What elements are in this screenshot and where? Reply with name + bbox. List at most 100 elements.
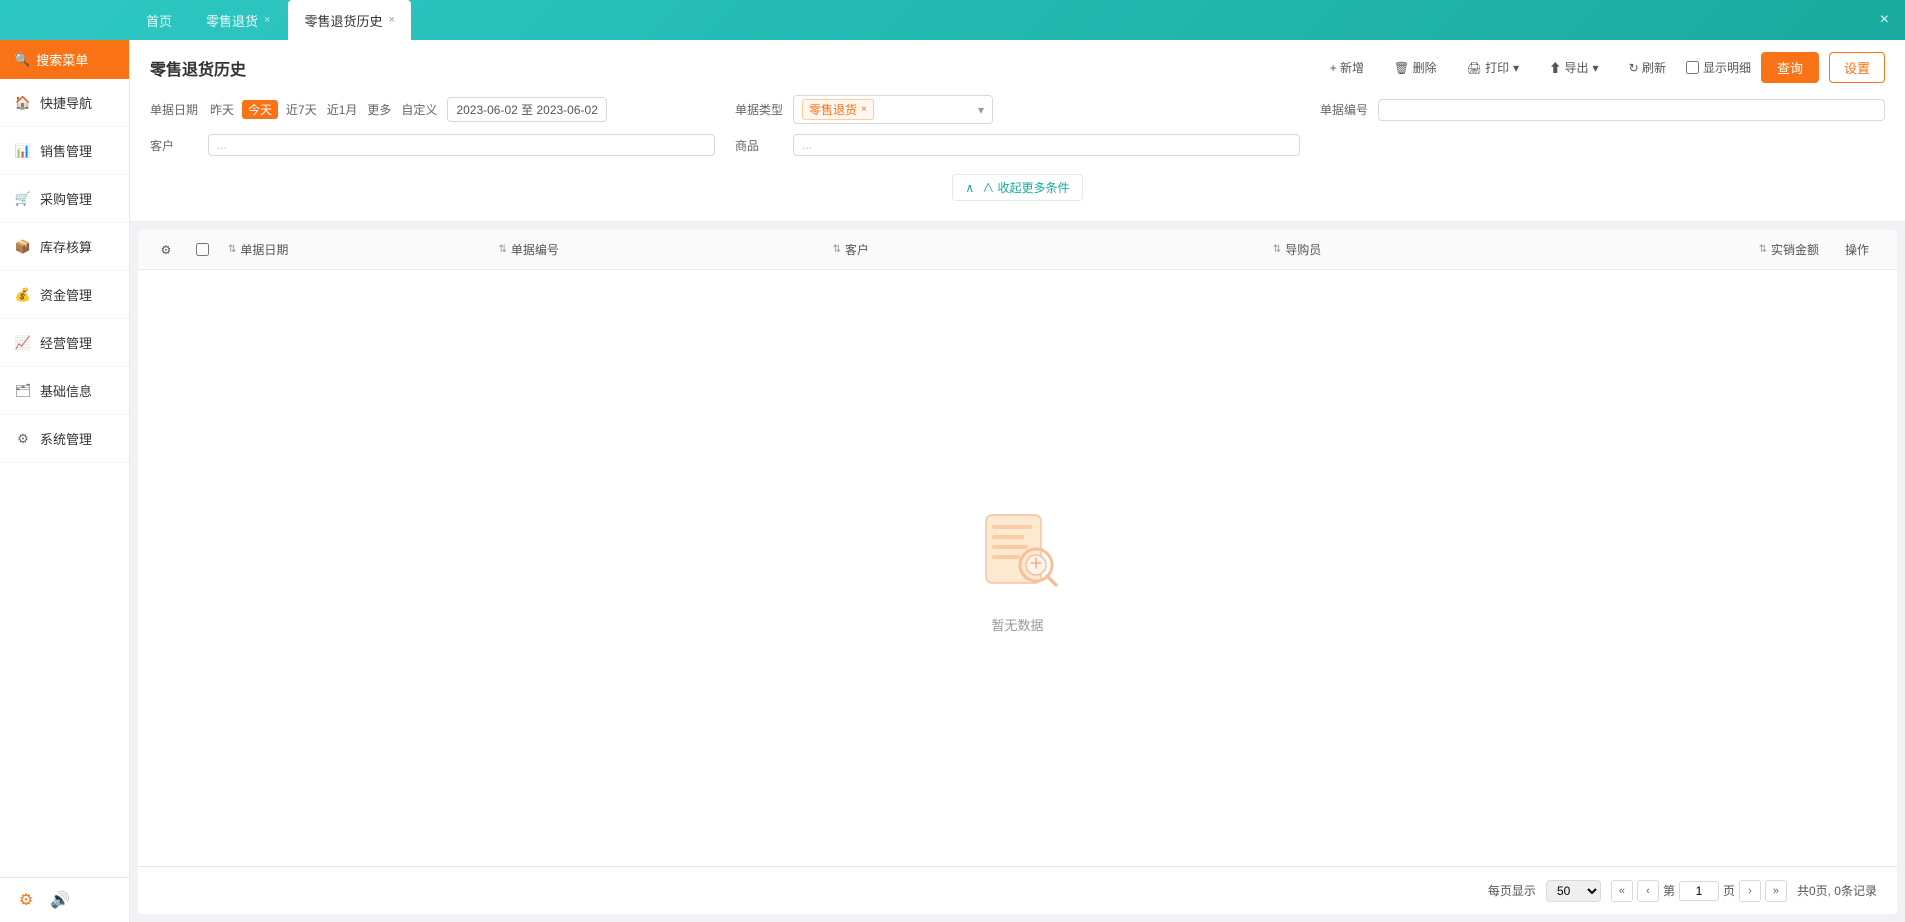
sidebar-nav: 🏠 快捷导航 📊 销售管理 🛒 采购管理 📦 库存核算 💰 资金管理 📈	[0, 79, 129, 877]
tab-retail-return[interactable]: 零售退货 ×	[190, 0, 286, 40]
page-last-button[interactable]: »	[1765, 880, 1787, 902]
purchase-icon: 🛒	[14, 190, 32, 208]
th-checkbox[interactable]	[184, 243, 220, 256]
filter-customer: 客户 ...	[150, 134, 715, 156]
th-amount[interactable]: ⇅ 实销金额	[1599, 241, 1827, 258]
home-icon: 🏠	[14, 94, 32, 112]
export-chevron-icon: ▾	[1593, 61, 1599, 75]
date-opt-yesterday[interactable]: 昨天	[208, 100, 236, 119]
select-all-checkbox[interactable]	[196, 243, 209, 256]
operations-icon: 📈	[14, 334, 32, 352]
th-voucher-number[interactable]: ⇅ 单据编号	[491, 241, 825, 258]
th-customer[interactable]: ⇅ 客户	[825, 241, 1265, 258]
system-icon: ⚙	[14, 430, 32, 448]
settings-bottom-icon[interactable]: ⚙	[14, 888, 38, 912]
empty-state: 暂无数据	[138, 270, 1897, 866]
setting-button[interactable]: 设置	[1829, 52, 1885, 83]
filter-area: 单据日期 昨天 今天 近7天 近1月 更多 自定义 2023-06-02 至 2…	[150, 95, 1885, 174]
page-prev-button[interactable]: ‹	[1637, 880, 1659, 902]
page-header: 零售退货历史 + 新增 🗑 删除 🖨 打印 ▾ ⬆ 导出 ▾	[130, 40, 1905, 222]
table-header: ⚙ ⇅ 单据日期 ⇅ 单据编号 ⇅ 客户 ⇅	[138, 230, 1897, 270]
voucher-date-label: 单据日期	[150, 101, 200, 118]
delete-button[interactable]: 🗑 删除	[1384, 54, 1447, 81]
print-button[interactable]: 🖨 打印 ▾	[1457, 54, 1530, 81]
voucher-type-tag-close[interactable]: ×	[861, 104, 867, 115]
sidebar: 🔍 搜索菜单 🏠 快捷导航 📊 销售管理 🛒 采购管理 📦 库存核算 💰	[0, 40, 130, 922]
filter-voucher-type: 单据类型 零售退货 × ▾	[735, 95, 1300, 124]
sidebar-search[interactable]: 🔍 搜索菜单	[0, 40, 129, 79]
new-button[interactable]: + 新增	[1320, 54, 1374, 81]
voucher-type-tag: 零售退货 ×	[802, 99, 874, 120]
finance-icon: 💰	[14, 286, 32, 304]
tab-retail-return-history-close[interactable]: ×	[388, 14, 394, 26]
window-close-button[interactable]: ×	[1880, 11, 1889, 29]
th-action: 操作	[1827, 241, 1887, 258]
sidebar-item-finance[interactable]: 💰 资金管理	[0, 271, 129, 319]
date-options: 昨天 今天 近7天 近1月 更多 自定义	[208, 100, 439, 119]
voucher-type-chevron-icon: ▾	[978, 103, 984, 117]
sort-asc-icon: ⇅	[228, 244, 236, 255]
tab-home[interactable]: 首页	[130, 0, 188, 40]
pagination: 每页显示 50 100 200 « ‹ 第 页 › » 共0页, 0条记录	[138, 866, 1897, 914]
date-range-input[interactable]: 2023-06-02 至 2023-06-02	[447, 97, 607, 122]
sidebar-item-inventory[interactable]: 📦 库存核算	[0, 223, 129, 271]
voucher-type-select[interactable]: 零售退货 × ▾	[793, 95, 993, 124]
voucher-number-label: 单据编号	[1320, 101, 1370, 118]
export-button[interactable]: ⬆ 导出 ▾	[1539, 54, 1608, 81]
per-page-select[interactable]: 50 100 200	[1546, 880, 1601, 902]
sidebar-item-operations[interactable]: 📈 经营管理	[0, 319, 129, 367]
page-number-input[interactable]	[1679, 881, 1719, 901]
audio-icon[interactable]: 🔊	[48, 888, 72, 912]
date-opt-today[interactable]: 今天	[242, 100, 278, 119]
date-opt-custom[interactable]: 自定义	[399, 100, 439, 119]
th-settings[interactable]: ⚙	[148, 243, 184, 257]
th-voucher-date[interactable]: ⇅ 单据日期	[220, 241, 491, 258]
sales-icon: 📊	[14, 142, 32, 160]
main-layout: 🔍 搜索菜单 🏠 快捷导航 📊 销售管理 🛒 采购管理 📦 库存核算 💰	[0, 40, 1905, 922]
tab-retail-return-close[interactable]: ×	[264, 14, 270, 26]
sidebar-bottom: ⚙ 🔊	[0, 877, 129, 922]
voucher-number-input[interactable]	[1378, 99, 1885, 121]
empty-text: 暂无数据	[991, 615, 1043, 634]
filter-goods: 商品 ...	[735, 134, 1300, 156]
chevron-down-icon: ▾	[1513, 61, 1519, 75]
page-next-button[interactable]: ›	[1739, 880, 1761, 902]
tab-bar: 首页 零售退货 × 零售退货历史 ×	[130, 0, 411, 40]
page-title: 零售退货历史	[150, 56, 246, 80]
filter-voucher-number: 单据编号	[1320, 99, 1885, 121]
toolbar: + 新增 🗑 删除 🖨 打印 ▾ ⬆ 导出 ▾ ↻ 刷新	[1320, 52, 1885, 83]
baseinfo-icon: 🗂	[14, 382, 32, 400]
collapse-icon: ∧	[965, 181, 974, 195]
search-icon: 🔍	[14, 52, 30, 68]
refresh-button[interactable]: ↻ 刷新	[1619, 54, 1676, 81]
per-page-label: 每页显示	[1488, 882, 1536, 899]
sidebar-item-sales[interactable]: 📊 销售管理	[0, 127, 129, 175]
show-detail-checkbox[interactable]: 显示明细	[1686, 59, 1751, 76]
goods-input[interactable]: ...	[793, 134, 1300, 156]
sort-asc-icon-5: ⇅	[1759, 244, 1767, 255]
date-opt-7days[interactable]: 近7天	[284, 100, 319, 119]
main-content: 零售退货历史 + 新增 🗑 删除 🖨 打印 ▾ ⬆ 导出 ▾	[130, 40, 1905, 922]
page-first-button[interactable]: «	[1611, 880, 1633, 902]
customer-label: 客户	[150, 137, 200, 154]
collapse-button[interactable]: ∧ ∧ 收起更多条件	[952, 174, 1082, 201]
page-nav: « ‹ 第 页 › »	[1611, 880, 1787, 902]
empty-icon	[968, 503, 1068, 603]
tab-retail-return-history[interactable]: 零售退货历史 ×	[288, 0, 410, 40]
sidebar-item-purchase[interactable]: 🛒 采购管理	[0, 175, 129, 223]
page-suffix: 页	[1723, 882, 1735, 899]
sort-asc-icon-3: ⇅	[833, 244, 841, 255]
show-detail-input[interactable]	[1686, 61, 1699, 74]
inventory-icon: 📦	[14, 238, 32, 256]
goods-label: 商品	[735, 137, 785, 154]
sidebar-item-base-info[interactable]: 🗂 基础信息	[0, 367, 129, 415]
filter-row-2: 客户 ... 商品 ...	[150, 134, 1885, 156]
query-button[interactable]: 查询	[1761, 52, 1819, 83]
customer-input[interactable]: ...	[208, 134, 715, 156]
th-guide[interactable]: ⇅ 导购员	[1265, 241, 1599, 258]
sidebar-item-quick-nav[interactable]: 🏠 快捷导航	[0, 79, 129, 127]
sidebar-item-system[interactable]: ⚙ 系统管理	[0, 415, 129, 463]
date-opt-1month[interactable]: 近1月	[325, 100, 360, 119]
date-opt-more[interactable]: 更多	[365, 100, 393, 119]
table-container: ⚙ ⇅ 单据日期 ⇅ 单据编号 ⇅ 客户 ⇅	[138, 230, 1897, 914]
